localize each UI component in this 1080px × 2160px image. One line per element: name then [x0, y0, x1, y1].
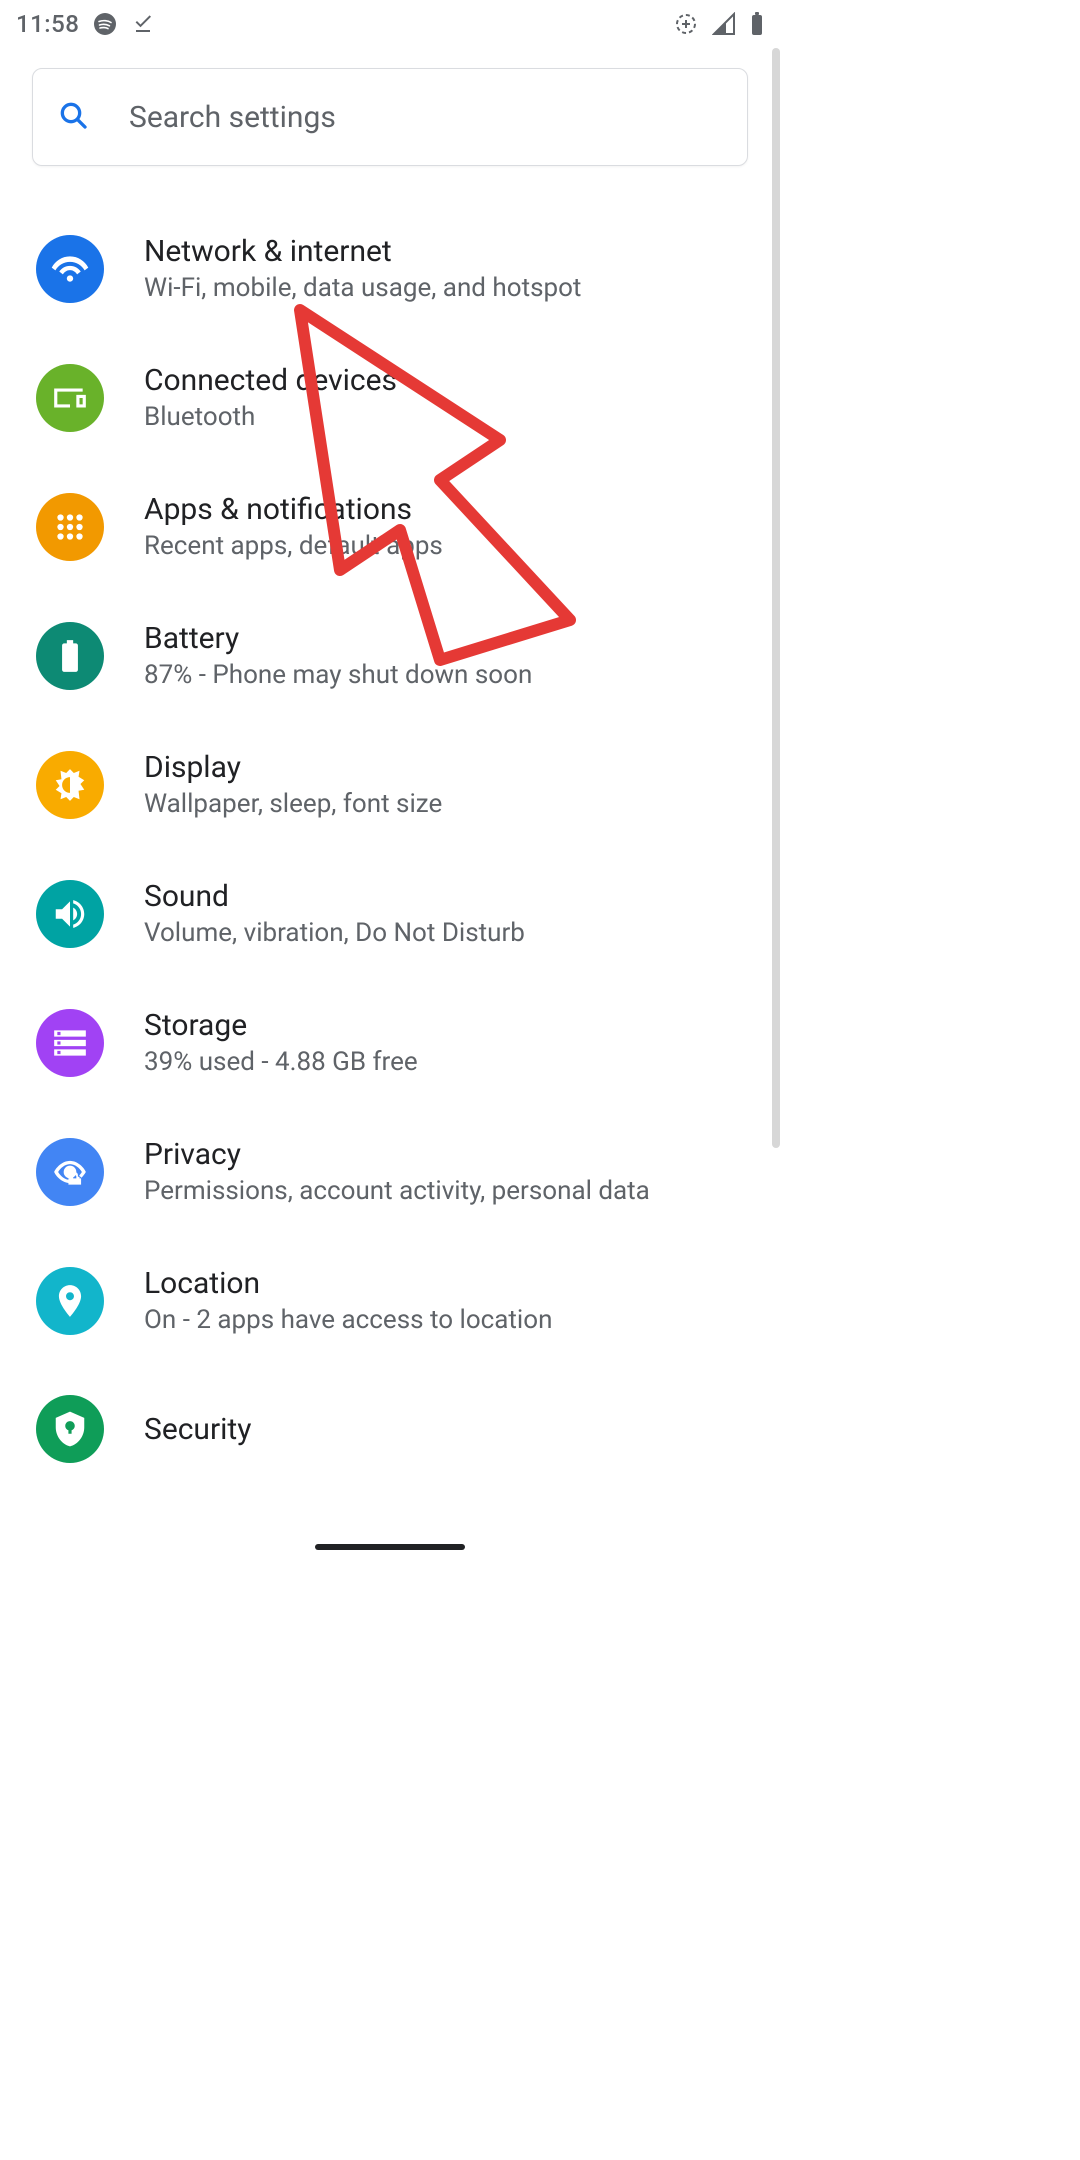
- setting-sub: Bluetooth: [144, 402, 397, 432]
- sound-icon: [36, 880, 104, 948]
- setting-title: Battery: [144, 621, 532, 656]
- status-right: [674, 12, 764, 36]
- storage-icon: [36, 1009, 104, 1077]
- setting-sub: On - 2 apps have access to location: [144, 1305, 552, 1335]
- setting-sub: 87% - Phone may shut down soon: [144, 660, 532, 690]
- privacy-icon: [36, 1138, 104, 1206]
- setting-apps-notifications[interactable]: Apps & notifications Recent apps, defaul…: [0, 462, 780, 591]
- setting-sub: Permissions, account activity, personal …: [144, 1176, 650, 1206]
- setting-connected-devices[interactable]: Connected devices Bluetooth: [0, 333, 780, 462]
- setting-title: Network & internet: [144, 234, 581, 269]
- setting-title: Security: [144, 1412, 251, 1447]
- location-icon: [36, 1267, 104, 1335]
- search-settings[interactable]: Search settings: [32, 68, 748, 166]
- setting-title: Sound: [144, 879, 525, 914]
- setting-display[interactable]: Display Wallpaper, sleep, font size: [0, 720, 780, 849]
- search-wrap: Search settings: [0, 48, 780, 174]
- setting-storage[interactable]: Storage 39% used - 4.88 GB free: [0, 978, 780, 1107]
- nav-home-indicator[interactable]: [315, 1544, 465, 1550]
- setting-battery[interactable]: Battery 87% - Phone may shut down soon: [0, 591, 780, 720]
- spotify-icon: [93, 12, 117, 36]
- status-bar: 11:58: [0, 0, 780, 48]
- settings-list: Network & internet Wi-Fi, mobile, data u…: [0, 174, 780, 1463]
- search-icon: [57, 99, 89, 135]
- setting-title: Connected devices: [144, 363, 397, 398]
- setting-sub: Volume, vibration, Do Not Disturb: [144, 918, 525, 948]
- status-time: 11:58: [16, 10, 79, 38]
- setting-sub: Recent apps, default apps: [144, 531, 443, 561]
- setting-sub: 39% used - 4.88 GB free: [144, 1047, 418, 1077]
- wifi-icon: [36, 235, 104, 303]
- battery-full-icon: [36, 622, 104, 690]
- battery-icon: [750, 12, 764, 36]
- brightness-icon: [36, 751, 104, 819]
- setting-network-internet[interactable]: Network & internet Wi-Fi, mobile, data u…: [0, 204, 780, 333]
- setting-location[interactable]: Location On - 2 apps have access to loca…: [0, 1236, 780, 1365]
- status-left: 11:58: [16, 10, 155, 38]
- setting-sub: Wi-Fi, mobile, data usage, and hotspot: [144, 273, 581, 303]
- apps-icon: [36, 493, 104, 561]
- security-icon: [36, 1395, 104, 1463]
- data-saver-icon: [674, 12, 698, 36]
- devices-icon: [36, 364, 104, 432]
- search-placeholder: Search settings: [129, 100, 336, 135]
- setting-sub: Wallpaper, sleep, font size: [144, 789, 442, 819]
- setting-sound[interactable]: Sound Volume, vibration, Do Not Disturb: [0, 849, 780, 978]
- signal-icon: [712, 12, 736, 36]
- setting-title: Display: [144, 750, 442, 785]
- scrollbar[interactable]: [772, 48, 780, 1148]
- setting-title: Privacy: [144, 1137, 650, 1172]
- setting-title: Location: [144, 1266, 552, 1301]
- setting-privacy[interactable]: Privacy Permissions, account activity, p…: [0, 1107, 780, 1236]
- download-done-icon: [131, 12, 155, 36]
- setting-title: Storage: [144, 1008, 418, 1043]
- setting-title: Apps & notifications: [144, 492, 443, 527]
- setting-security[interactable]: Security: [0, 1365, 780, 1463]
